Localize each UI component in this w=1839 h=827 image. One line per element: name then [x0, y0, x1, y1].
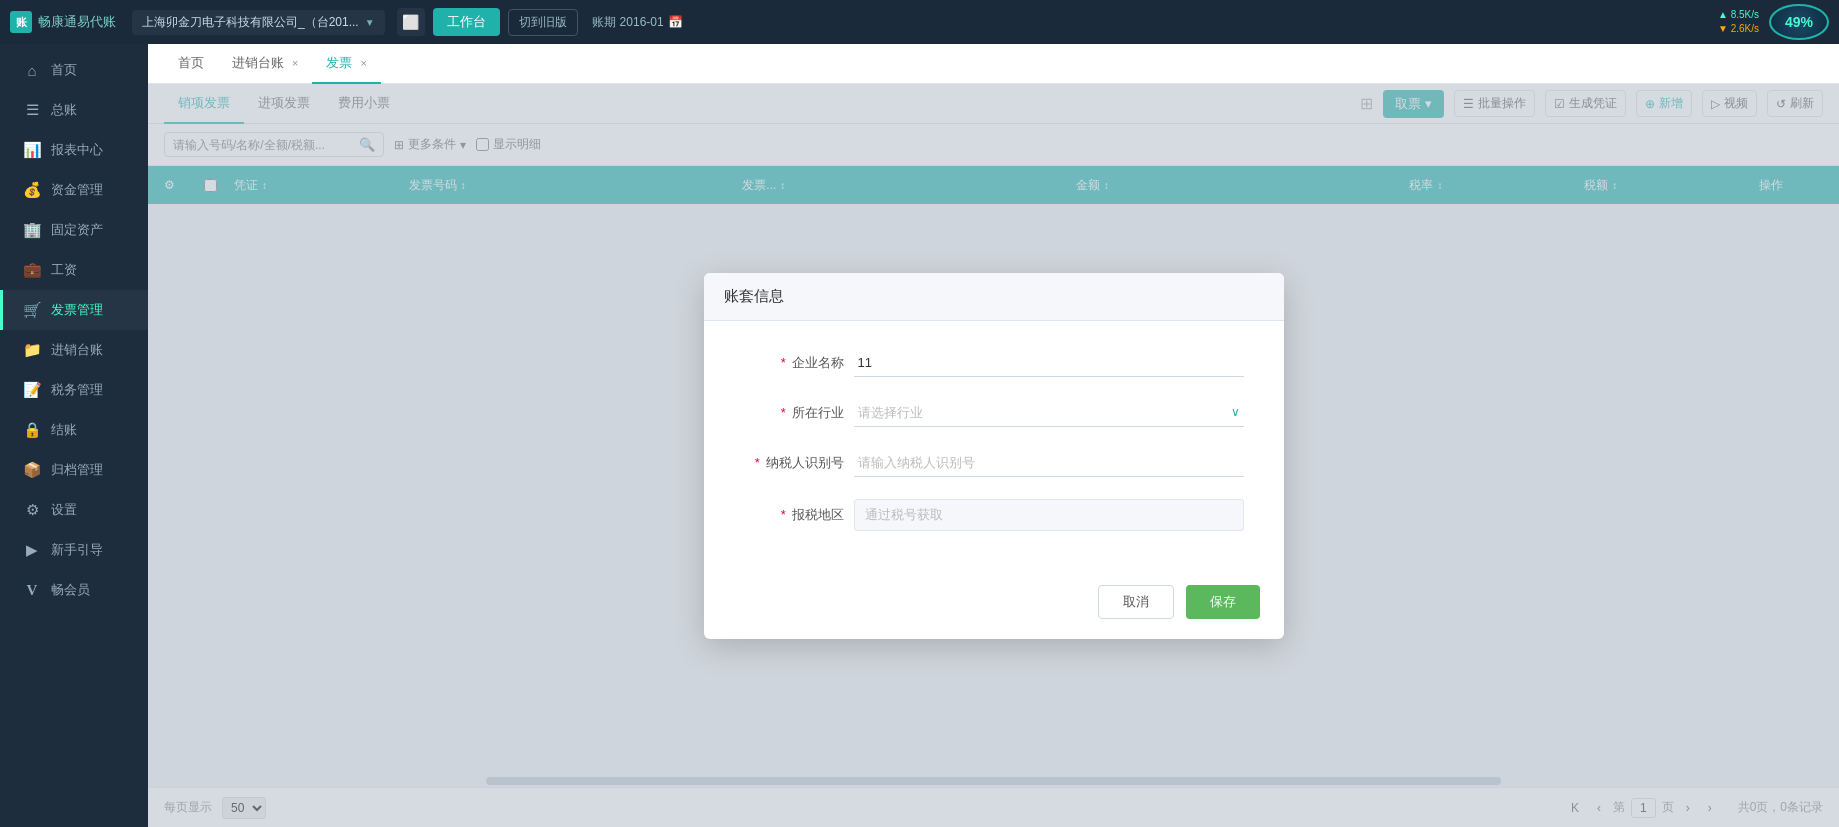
- sidebar-item-tax[interactable]: 📝 税务管理: [0, 370, 148, 410]
- speed-up: ▲ 8.5K/s: [1718, 8, 1759, 22]
- sidebar-item-home[interactable]: ⌂ 首页: [0, 50, 148, 90]
- tab-home-label: 首页: [178, 54, 204, 72]
- switch-old-button[interactable]: 切到旧版: [508, 9, 578, 36]
- top-bar-right: ▲ 8.5K/s ▼ 2.6K/s 49%: [1718, 4, 1829, 40]
- archive-icon: 📦: [23, 461, 41, 479]
- tab-purchase-label: 进销台账: [232, 54, 284, 72]
- tax-area-display: 通过税号获取: [854, 499, 1244, 531]
- ledger-icon: ☰: [23, 101, 41, 119]
- sidebar-item-closing[interactable]: 🔒 结账: [0, 410, 148, 450]
- tab-home[interactable]: 首页: [164, 44, 218, 84]
- sidebar-item-label: 进销台账: [51, 341, 103, 359]
- sidebar-item-label: 畅会员: [51, 581, 90, 599]
- company-name: 上海卯金刀电子科技有限公司_（台201...: [142, 14, 359, 31]
- sidebar-item-label: 发票管理: [51, 301, 103, 319]
- sidebar-item-label: 结账: [51, 421, 77, 439]
- sidebar-item-label: 固定资产: [51, 221, 103, 239]
- form-row-company: * 企业名称: [744, 349, 1244, 377]
- tax-icon: 📝: [23, 381, 41, 399]
- dialog-backdrop: 账套信息 * 企业名称: [148, 84, 1839, 827]
- sidebar-item-settings[interactable]: ⚙ 设置: [0, 490, 148, 530]
- speed-down: ▼ 2.6K/s: [1718, 22, 1759, 36]
- layout: ⌂ 首页 ☰ 总账 📊 报表中心 💰 资金管理 🏢 固定资产 💼 工资 🛒 发票…: [0, 44, 1839, 827]
- industry-select-wrap[interactable]: 请选择行业 ∨: [854, 399, 1244, 427]
- account-info-dialog: 账套信息 * 企业名称: [704, 273, 1284, 639]
- sidebar-item-label: 新手引导: [51, 541, 103, 559]
- app-name: 畅康通易代账: [38, 13, 116, 31]
- settings-icon: ⚙: [23, 501, 41, 519]
- form-row-tax-area: * 报税地区 通过税号获取: [744, 499, 1244, 531]
- sidebar-item-archive[interactable]: 📦 归档管理: [0, 450, 148, 490]
- calendar-icon[interactable]: 📅: [668, 15, 683, 29]
- period-value: 2016-01: [620, 15, 664, 29]
- sidebar-item-label: 报表中心: [51, 141, 103, 159]
- sidebar-item-purchase[interactable]: 📁 进销台账: [0, 330, 148, 370]
- top-bar: 账 畅康通易代账 上海卯金刀电子科技有限公司_（台201... ▼ ⬜ 工作台 …: [0, 0, 1839, 44]
- form-row-industry: * 所在行业 请选择行业 ∨: [744, 399, 1244, 427]
- industry-label: * 所在行业: [744, 404, 854, 422]
- finance-icon: 💰: [23, 181, 41, 199]
- company-selector[interactable]: 上海卯金刀电子科技有限公司_（台201... ▼: [132, 10, 385, 35]
- sidebar-item-ledger[interactable]: ☰ 总账: [0, 90, 148, 130]
- dialog-header: 账套信息: [704, 273, 1284, 321]
- sidebar-item-invoice[interactable]: 🛒 发票管理: [0, 290, 148, 330]
- cancel-button[interactable]: 取消: [1098, 585, 1174, 619]
- payroll-icon: 💼: [23, 261, 41, 279]
- sidebar-item-report[interactable]: 📊 报表中心: [0, 130, 148, 170]
- tax-id-input[interactable]: [854, 449, 1244, 477]
- industry-chevron-icon: ∨: [1231, 405, 1240, 419]
- sidebar-item-finance[interactable]: 💰 资金管理: [0, 170, 148, 210]
- speed-info: ▲ 8.5K/s ▼ 2.6K/s: [1718, 8, 1759, 36]
- tax-area-label: * 报税地区: [744, 506, 854, 524]
- sidebar-item-label: 归档管理: [51, 461, 103, 479]
- tab-bar: 首页 进销台账 × 发票 ×: [148, 44, 1839, 84]
- sidebar: ⌂ 首页 ☰ 总账 📊 报表中心 💰 资金管理 🏢 固定资产 💼 工资 🛒 发票…: [0, 44, 148, 827]
- sidebar-item-label: 工资: [51, 261, 77, 279]
- tab-invoice[interactable]: 发票 ×: [312, 44, 380, 84]
- sidebar-item-payroll[interactable]: 💼 工资: [0, 250, 148, 290]
- form-row-tax-id: * 纳税人识别号: [744, 449, 1244, 477]
- sidebar-item-label: 资金管理: [51, 181, 103, 199]
- top-actions: ⬜ 工作台 切到旧版: [397, 8, 578, 36]
- dialog-body: * 企业名称 * 所在行业: [704, 321, 1284, 573]
- tab-invoice-label: 发票: [326, 54, 352, 72]
- member-icon: V: [23, 582, 41, 599]
- dialog-title: 账套信息: [724, 287, 784, 304]
- content-area: 销项发票 进项发票 费用小票 ⊞ 取票 ▾ ☰ 批量操作: [148, 84, 1839, 827]
- company-name-label: * 企业名称: [744, 354, 854, 372]
- assets-icon: 🏢: [23, 221, 41, 239]
- copy-icon[interactable]: ⬜: [397, 8, 425, 36]
- sidebar-item-label: 设置: [51, 501, 77, 519]
- closing-icon: 🔒: [23, 421, 41, 439]
- tab-purchase-close[interactable]: ×: [292, 57, 298, 69]
- period-label: 账期: [592, 14, 616, 31]
- period-info: 账期 2016-01 📅: [592, 14, 683, 31]
- workbench-button[interactable]: 工作台: [433, 8, 500, 36]
- main-area: 首页 进销台账 × 发票 × 销项发票 进项发票 费用: [148, 44, 1839, 827]
- company-arrow-icon: ▼: [365, 17, 375, 28]
- company-name-input[interactable]: [854, 349, 1244, 377]
- tab-invoice-close[interactable]: ×: [360, 57, 366, 69]
- report-icon: 📊: [23, 141, 41, 159]
- sidebar-item-guide[interactable]: ▶ 新手引导: [0, 530, 148, 570]
- home-icon: ⌂: [23, 62, 41, 79]
- industry-select[interactable]: 请选择行业: [858, 405, 1231, 420]
- sidebar-item-member[interactable]: V 畅会员: [0, 570, 148, 610]
- logo-icon: 账: [10, 11, 32, 33]
- save-button[interactable]: 保存: [1186, 585, 1260, 619]
- invoice-icon: 🛒: [23, 301, 41, 319]
- app-logo: 账 畅康通易代账: [10, 11, 116, 33]
- guide-icon: ▶: [23, 541, 41, 559]
- purchase-icon: 📁: [23, 341, 41, 359]
- sidebar-item-label: 税务管理: [51, 381, 103, 399]
- sidebar-item-label: 首页: [51, 61, 77, 79]
- speed-widget: 49%: [1769, 4, 1829, 40]
- tax-id-label: * 纳税人识别号: [744, 454, 854, 472]
- tab-purchase[interactable]: 进销台账 ×: [218, 44, 312, 84]
- sidebar-item-assets[interactable]: 🏢 固定资产: [0, 210, 148, 250]
- sidebar-item-label: 总账: [51, 101, 77, 119]
- dialog-footer: 取消 保存: [704, 573, 1284, 639]
